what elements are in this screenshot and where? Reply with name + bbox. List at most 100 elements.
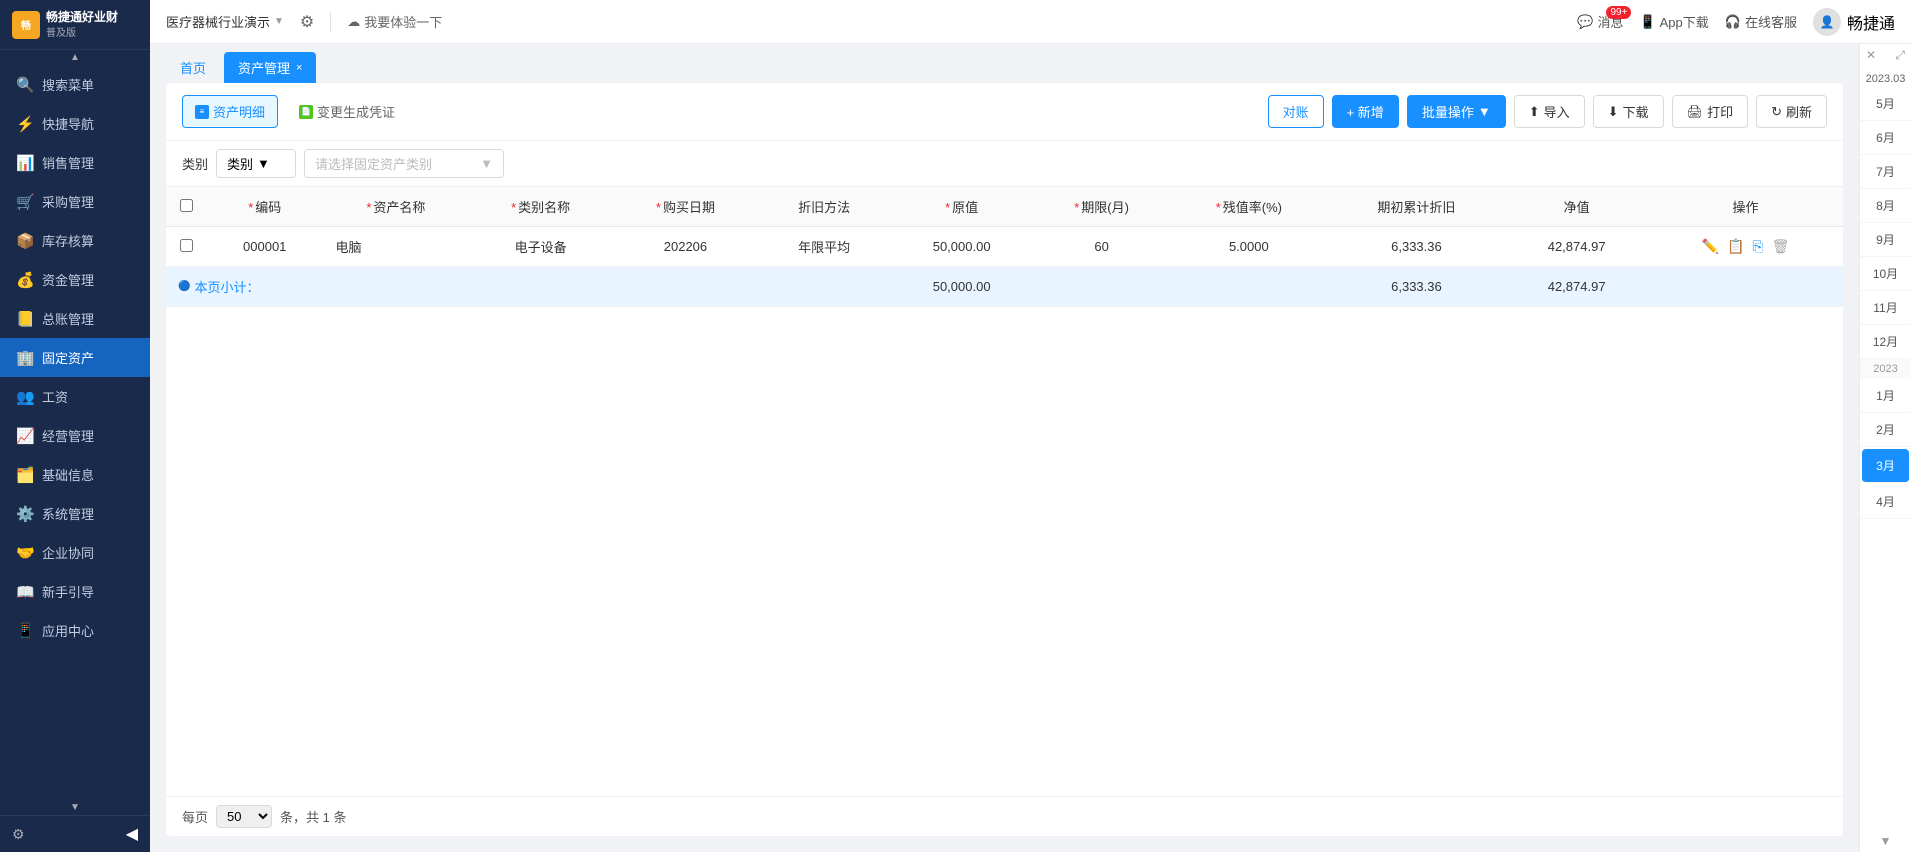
cal-month-9[interactable]: 9月	[1860, 223, 1911, 257]
tab-close-icon[interactable]: ×	[296, 62, 302, 74]
print-icon: 🖨	[1687, 104, 1704, 120]
batch-ops-label: 批量操作	[1422, 102, 1474, 121]
print-button[interactable]: 🖨 打印	[1672, 95, 1749, 128]
sub-tab-asset-detail[interactable]: ≡ 资产明细	[182, 95, 278, 128]
sidebar-item-label: 基础信息	[42, 465, 94, 484]
sidebar-item-system[interactable]: ⚙️ 系统管理	[0, 494, 150, 533]
td-residual-rate: 5.0000	[1170, 227, 1327, 267]
cal-month-6[interactable]: 6月	[1860, 121, 1911, 155]
calendar-year-label: 2023.03	[1860, 67, 1911, 87]
export-icon: ⬆	[1529, 104, 1540, 120]
row-checkbox[interactable]	[180, 239, 193, 252]
reconcile-button[interactable]: 对账	[1268, 95, 1324, 128]
cal-month-8[interactable]: 8月	[1860, 189, 1911, 223]
export-button[interactable]: ⬆ 导入	[1514, 95, 1585, 128]
duplicate-icon[interactable]: ⎘	[1752, 238, 1763, 255]
enterprise-icon: 🤝	[16, 544, 34, 562]
sidebar-item-fixed-assets[interactable]: 🏢 固定资产	[0, 338, 150, 377]
topbar-app-download-btn[interactable]: 📱 App下载	[1639, 12, 1708, 31]
content-area: 首页 资产管理 × ≡ 资产明细 📄 变更生成凭证	[150, 44, 1911, 852]
ledger-icon: 📒	[16, 310, 34, 328]
sidebar-item-label: 快捷导航	[42, 114, 94, 133]
sidebar-item-sales[interactable]: 📊 销售管理	[0, 143, 150, 182]
th-category: *类别名称	[468, 187, 613, 227]
sidebar-item-label: 搜索菜单	[42, 75, 94, 94]
new-button[interactable]: + 新增	[1332, 95, 1399, 128]
tabs-bar: 首页 资产管理 ×	[150, 44, 1859, 83]
sidebar-item-guide[interactable]: 📖 新手引导	[0, 572, 150, 611]
sales-icon: 📊	[16, 154, 34, 172]
sidebar-item-search-menu[interactable]: 🔍 搜索菜单	[0, 65, 150, 104]
sidebar-item-purchase[interactable]: 🛒 采购管理	[0, 182, 150, 221]
topbar-user[interactable]: 👤 畅捷通	[1813, 8, 1895, 36]
sidebar-item-operations[interactable]: 📈 经营管理	[0, 416, 150, 455]
copy-icon[interactable]: 📋	[1727, 238, 1744, 255]
topbar-settings-icon[interactable]: ⚙	[300, 12, 314, 32]
edit-icon[interactable]: ✏️	[1702, 238, 1719, 255]
sidebar-item-label: 系统管理	[42, 504, 94, 523]
sidebar-scroll-down[interactable]: ▼	[0, 800, 150, 815]
subtotal-original-value: 50,000.00	[890, 267, 1033, 307]
calendar-scroll[interactable]: 5月 6月 7月 8月 9月 10月 11月 12月 2023 1月 2月 3月…	[1860, 87, 1911, 830]
select-all-checkbox[interactable]	[180, 199, 193, 212]
sidebar-item-label: 应用中心	[42, 621, 94, 640]
category-arrow-icon: ▼	[480, 156, 493, 171]
sub-tab-change-voucher[interactable]: 📄 变更生成凭证	[286, 95, 408, 128]
right-panel: ✕ ⤢ 2023.03 5月 6月 7月 8月 9月 10月 11月 12月 2…	[1859, 44, 1911, 852]
refresh-button[interactable]: ↻ 刷新	[1756, 95, 1827, 128]
th-net-value: 净值	[1505, 187, 1648, 227]
sidebar-item-base-info[interactable]: 🗂️ 基础信息	[0, 455, 150, 494]
topbar-message-btn[interactable]: 💬 消息 99+	[1577, 12, 1623, 31]
per-page-label: 每页	[182, 807, 208, 826]
calendar-nav-down-icon[interactable]: ▼	[1880, 834, 1892, 848]
tab-asset-management[interactable]: 资产管理 ×	[224, 52, 316, 83]
filter-row: 类别 类别 ▼ 请选择固定资产类别 ▼	[166, 141, 1843, 187]
cal-month-2[interactable]: 2月	[1860, 413, 1911, 447]
download-button[interactable]: ⬇ 下载	[1593, 95, 1664, 128]
category-value-select[interactable]: 请选择固定资产类别 ▼	[304, 149, 504, 178]
cal-month-12[interactable]: 12月	[1860, 325, 1911, 359]
panel-expand-icon[interactable]: ⤢	[1895, 48, 1905, 63]
cal-month-11[interactable]: 11月	[1860, 291, 1911, 325]
cal-month-5[interactable]: 5月	[1860, 87, 1911, 121]
cal-month-1[interactable]: 1月	[1860, 379, 1911, 413]
th-depreciation-method: 折旧方法	[758, 187, 890, 227]
toolbar: ≡ 资产明细 📄 变更生成凭证 对账 + 新增	[166, 83, 1843, 141]
delete-icon[interactable]: 🗑	[1772, 238, 1790, 255]
settings-icon[interactable]: ⚙	[12, 826, 25, 843]
td-actions: ✏️ 📋 ⎘ 🗑	[1648, 227, 1843, 267]
cal-month-10[interactable]: 10月	[1860, 257, 1911, 291]
topbar-right: 💬 消息 99+ 📱 App下载 🎧 在线客服 👤 畅捷通	[1577, 8, 1895, 36]
topbar-company-selector[interactable]: 医疗器械行业演示 ▼	[166, 12, 284, 31]
category-type-select[interactable]: 类别 ▼	[216, 149, 296, 178]
app-center-icon: 📱	[16, 622, 34, 640]
topbar-experience-btn[interactable]: ☁ 我要体验一下	[347, 12, 442, 31]
td-depreciation-method: 年限平均	[758, 227, 890, 267]
sidebar-item-quick-nav[interactable]: ⚡ 快捷导航	[0, 104, 150, 143]
sidebar-item-capital[interactable]: 💰 资金管理	[0, 260, 150, 299]
sidebar-item-enterprise[interactable]: 🤝 企业协同	[0, 533, 150, 572]
action-icons: ✏️ 📋 ⎘ 🗑	[1660, 238, 1831, 255]
operations-icon: 📈	[16, 427, 34, 445]
sidebar-item-inventory[interactable]: 📦 库存核算	[0, 221, 150, 260]
td-checkbox	[166, 227, 206, 267]
cal-month-4[interactable]: 4月	[1860, 485, 1911, 519]
cal-month-7[interactable]: 7月	[1860, 155, 1911, 189]
collapse-icon[interactable]: ◀	[126, 824, 138, 844]
sidebar-item-label: 资金管理	[42, 270, 94, 289]
panel-close-icon[interactable]: ✕	[1866, 48, 1876, 63]
tab-home[interactable]: 首页	[166, 52, 220, 83]
sidebar-item-ledger[interactable]: 📒 总账管理	[0, 299, 150, 338]
inner-content: ≡ 资产明细 📄 变更生成凭证 对账 + 新增	[166, 83, 1843, 836]
per-page-select[interactable]: 50 10 20 100	[216, 805, 272, 828]
th-accumulated-depreciation: 期初累计折旧	[1328, 187, 1506, 227]
sidebar-item-payroll[interactable]: 👥 工资	[0, 377, 150, 416]
topbar-online-service-btn[interactable]: 🎧 在线客服	[1725, 12, 1797, 31]
subtotal-net-value: 42,874.97	[1505, 267, 1648, 307]
sidebar-item-app-center[interactable]: 📱 应用中心	[0, 611, 150, 650]
batch-ops-button[interactable]: 批量操作 ▼	[1407, 95, 1506, 128]
sidebar-nav: 🔍 搜索菜单 ⚡ 快捷导航 📊 销售管理 🛒 采购管理 📦 库存核算 💰 资金管…	[0, 65, 150, 800]
cal-month-3-current[interactable]: 3月	[1862, 449, 1909, 483]
pagination: 每页 50 10 20 100 条，共 1 条	[166, 796, 1843, 836]
sidebar-scroll-up[interactable]: ▲	[0, 50, 150, 65]
